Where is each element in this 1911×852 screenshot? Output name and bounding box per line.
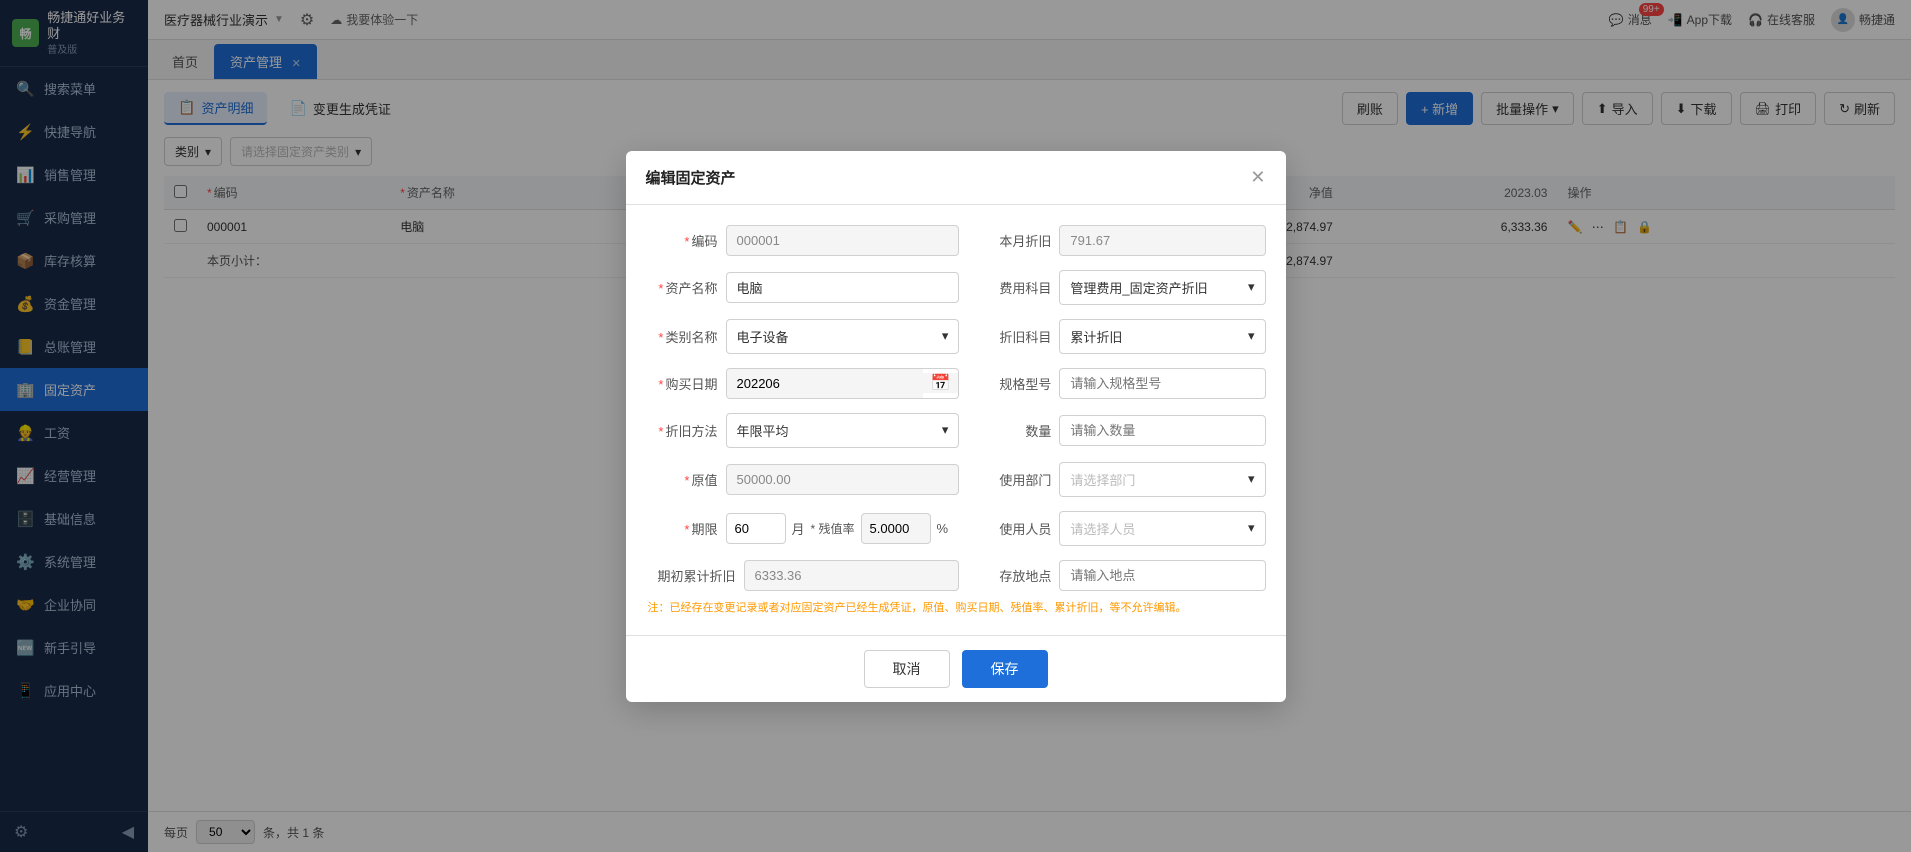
field-dep-method: *折旧方法 年限平均 ▾: [646, 413, 960, 448]
field-purchase-date: *购买日期 📅: [646, 368, 960, 399]
purchase-date-input-wrap: 📅: [726, 368, 960, 399]
modal-note: 注：已经存在变更记录或者对应固定资产已经生成凭证，原值、购买日期、残值率、累计折…: [646, 599, 1266, 615]
dep-subject-select[interactable]: 累计折旧 ▾: [1059, 319, 1265, 354]
original-value-input[interactable]: [726, 464, 960, 495]
category-select[interactable]: 电子设备 ▾: [726, 319, 960, 354]
field-category: *类别名称 电子设备 ▾: [646, 319, 960, 354]
field-location: 存放地点: [979, 560, 1265, 591]
department-select[interactable]: 请选择部门 ▾: [1059, 462, 1265, 497]
code-input[interactable]: [726, 225, 960, 256]
save-button[interactable]: 保存: [962, 650, 1048, 688]
form-grid: *编码 本月折旧 *资产名称 费用科目 管理费用_固定资产折旧: [646, 225, 1266, 591]
modal-close-button[interactable]: ✕: [1250, 167, 1265, 188]
select-arrow-icon: ▾: [942, 422, 949, 438]
field-period: *期限 月 * 残值率 %: [646, 511, 960, 546]
modal-header: 编辑固定资产 ✕: [626, 151, 1286, 205]
field-initial-dep: 期初累计折旧: [646, 560, 960, 591]
edit-asset-modal: 编辑固定资产 ✕ *编码 本月折旧 *资产名称: [626, 151, 1286, 702]
field-expense-subject: 费用科目 管理费用_固定资产折旧 ▾: [979, 270, 1265, 305]
select-arrow-icon: ▾: [1248, 279, 1255, 295]
model-input[interactable]: [1059, 368, 1265, 399]
select-arrow-icon: ▾: [1248, 520, 1255, 536]
select-arrow-icon: ▾: [1248, 471, 1255, 487]
quantity-input[interactable]: [1059, 415, 1265, 446]
modal-footer: 取消 保存: [626, 635, 1286, 702]
period-inline: 月 * 残值率 %: [726, 513, 960, 544]
user-select[interactable]: 请选择人员 ▾: [1059, 511, 1265, 546]
field-model: 规格型号: [979, 368, 1265, 399]
residual-rate-input[interactable]: [861, 513, 931, 544]
select-arrow-icon: ▾: [1248, 328, 1255, 344]
field-dep-subject: 折旧科目 累计折旧 ▾: [979, 319, 1265, 354]
period-input[interactable]: [726, 513, 786, 544]
cancel-button[interactable]: 取消: [864, 650, 950, 688]
field-monthly-dep: 本月折旧: [979, 225, 1265, 256]
monthly-dep-input[interactable]: [1059, 225, 1265, 256]
location-input[interactable]: [1059, 560, 1265, 591]
modal-body: *编码 本月折旧 *资产名称 费用科目 管理费用_固定资产折旧: [626, 205, 1286, 635]
field-quantity: 数量: [979, 413, 1265, 448]
field-department: 使用部门 请选择部门 ▾: [979, 462, 1265, 497]
expense-subject-select[interactable]: 管理费用_固定资产折旧 ▾: [1059, 270, 1265, 305]
purchase-date-input[interactable]: [727, 369, 923, 398]
initial-dep-input[interactable]: [744, 560, 960, 591]
select-arrow-icon: ▾: [942, 328, 949, 344]
field-user: 使用人员 请选择人员 ▾: [979, 511, 1265, 546]
asset-name-input[interactable]: [726, 272, 960, 303]
modal-title: 编辑固定资产: [646, 167, 736, 188]
field-asset-name: *资产名称: [646, 270, 960, 305]
calendar-icon[interactable]: 📅: [923, 373, 959, 393]
field-original-value: *原值: [646, 462, 960, 497]
dep-method-select[interactable]: 年限平均 ▾: [726, 413, 960, 448]
modal-overlay: 编辑固定资产 ✕ *编码 本月折旧 *资产名称: [0, 0, 1911, 852]
field-code: *编码: [646, 225, 960, 256]
